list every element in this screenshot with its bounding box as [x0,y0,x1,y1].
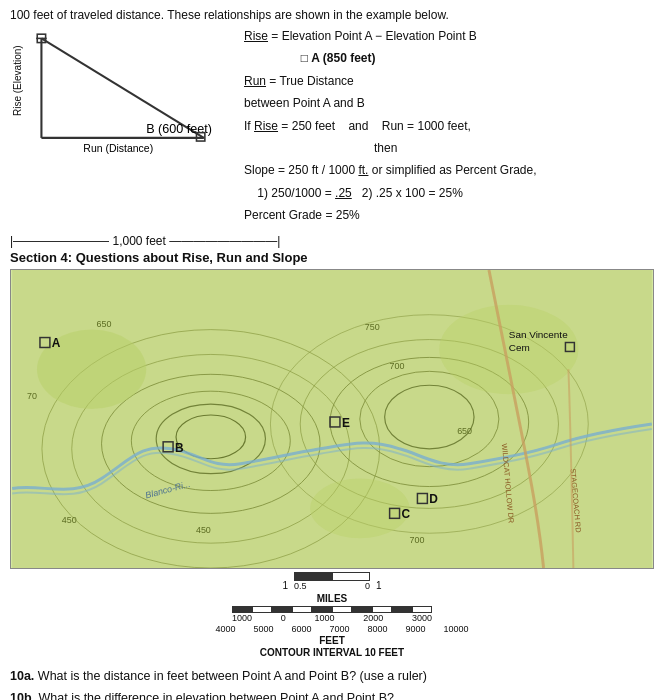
svg-text:D: D [429,492,438,506]
ft-underline: ft. [358,163,368,177]
miles-bar-labels: 0.5 0 [294,581,370,591]
page: 100 feet of traveled distance. These rel… [0,0,664,700]
feet-label-1000-left: 1000 [232,613,252,623]
feet-labels-extended: 4000 5000 6000 7000 8000 9000 10000 [30,624,654,634]
svg-text:B: B [175,440,184,454]
question-10a: 10a. What is the distance in feet betwee… [10,666,654,687]
feet-scale-bar: 1000 0 1000 2000 3000 [10,606,654,623]
question-10b: 10b. What is the difference in elevation… [10,688,654,700]
svg-text:San Vincente: San Vincente [509,328,568,339]
section-title: Section 4: Questions about Rise, Run and… [10,250,654,265]
feet-seg-3 [272,606,292,613]
rise-run-diagram: Rise (Elevation) B (600 feet) Run (Dista… [10,26,230,166]
miles-title: MILES [10,593,654,604]
feet-seg-1 [232,606,252,613]
feet-label-7000: 7000 [329,624,349,634]
q10a-id: 10a. [10,669,34,683]
slope-calc-line: 1) 250/1000 = .25 2) .25 x 100 = 25% [244,183,654,203]
miles-right-label: 1 [376,580,382,591]
feet-seg-8 [372,606,392,613]
svg-text:A: A [52,336,61,350]
percent-grade-line: Percent Grade = 25% [244,205,654,225]
feet-seg-2 [252,606,272,613]
diagram-svg: B (600 feet) Run (Distance) [10,26,230,166]
feet-label-10000: 10000 [444,624,469,634]
feet-bar-segs [232,606,432,613]
formulas-section: Rise = Elevation Point A − Elevation Poi… [230,26,654,228]
slope-formula-line: Slope = 250 ft / 1000 ft. or simplified … [244,160,654,180]
diagram-formulas-row: Rise (Elevation) B (600 feet) Run (Dista… [10,26,654,228]
miles-label-0: 0.5 [294,581,307,591]
run-definition-line: Run = True Distance [244,71,654,91]
feet-label-1000: 1000 [314,613,334,623]
point-a-value: A (850 feet) [311,51,375,65]
map-scale-section: 1 0.5 0 1 MILES [10,572,654,658]
svg-text:450: 450 [62,515,77,525]
feet-seg-7 [352,606,372,613]
q10b-text: What is the difference in elevation betw… [39,691,395,700]
svg-text:700: 700 [409,535,424,545]
miles-bar-seg-1 [294,572,332,581]
q10a-text: What is the distance in feet between Poi… [38,669,427,683]
miles-label-1: 0 [365,581,370,591]
run-underline: Run [244,74,266,88]
feet-seg-4 [292,606,312,613]
svg-text:650: 650 [97,318,112,328]
miles-bar: 0.5 0 [294,572,370,591]
feet-label-4000: 4000 [215,624,235,634]
rise-underline: Rise [244,29,268,43]
feet-seg-6 [332,606,352,613]
feet-label-9000: 9000 [406,624,426,634]
rise-definition-line: Rise = Elevation Point A − Elevation Poi… [244,26,654,46]
svg-text:650: 650 [457,425,472,435]
top-text: 100 feet of traveled distance. These rel… [10,8,654,22]
svg-text:C: C [402,507,411,521]
feet-label-6000: 6000 [291,624,311,634]
feet-label-0: 0 [281,613,286,623]
svg-text:70: 70 [27,391,37,401]
topo-map-svg: Blanco-Ri... WILDCAT HOLLOW DR STAGECOAC… [11,270,653,568]
feet-label-8000: 8000 [368,624,388,634]
scale-bar-section: |———————— 1,000 feet —————————| [10,234,654,248]
miles-bar-seg-2 [332,572,370,581]
svg-text:Run (Distance): Run (Distance) [83,143,153,154]
svg-text:Cem: Cem [509,342,530,353]
topo-map: Blanco-Ri... WILDCAT HOLLOW DR STAGECOAC… [10,269,654,569]
feet-seg-5 [312,606,332,613]
q10b-id: 10b. [10,691,35,700]
feet-seg-9 [392,606,412,613]
contour-interval-label: CONTOUR INTERVAL 10 FEET [10,647,654,658]
svg-text:B (600 feet): B (600 feet) [146,122,212,136]
if-rise-line: If Rise = 250 feet and Run = 1000 feet, [244,116,654,136]
questions-section: 10a. What is the distance in feet betwee… [10,666,654,700]
svg-text:E: E [342,415,350,429]
point-a-feet: □ A (850 feet) [244,48,654,68]
point25-underline: .25 [335,186,352,200]
feet-label-5000: 5000 [253,624,273,634]
feet-label-3000: 3000 [412,613,432,623]
between-line: between Point A and B [244,93,654,113]
then-line: then [244,138,654,158]
feet-seg-10 [412,606,432,613]
scale-bar-text: |———————— 1,000 feet —————————| [10,234,280,248]
svg-text:750: 750 [365,321,380,331]
svg-text:700: 700 [390,361,405,371]
feet-title-label: FEET [10,635,654,646]
miles-left-label: 1 [282,580,288,591]
svg-text:450: 450 [196,525,211,535]
rise-elevation-label: Rise (Elevation) [12,36,23,126]
feet-label-2000: 2000 [363,613,383,623]
feet-bar-labels: 1000 0 1000 2000 3000 [232,613,432,623]
if-rise-underline: Rise [254,119,278,133]
feet-bar: 1000 0 1000 2000 3000 [232,606,432,623]
